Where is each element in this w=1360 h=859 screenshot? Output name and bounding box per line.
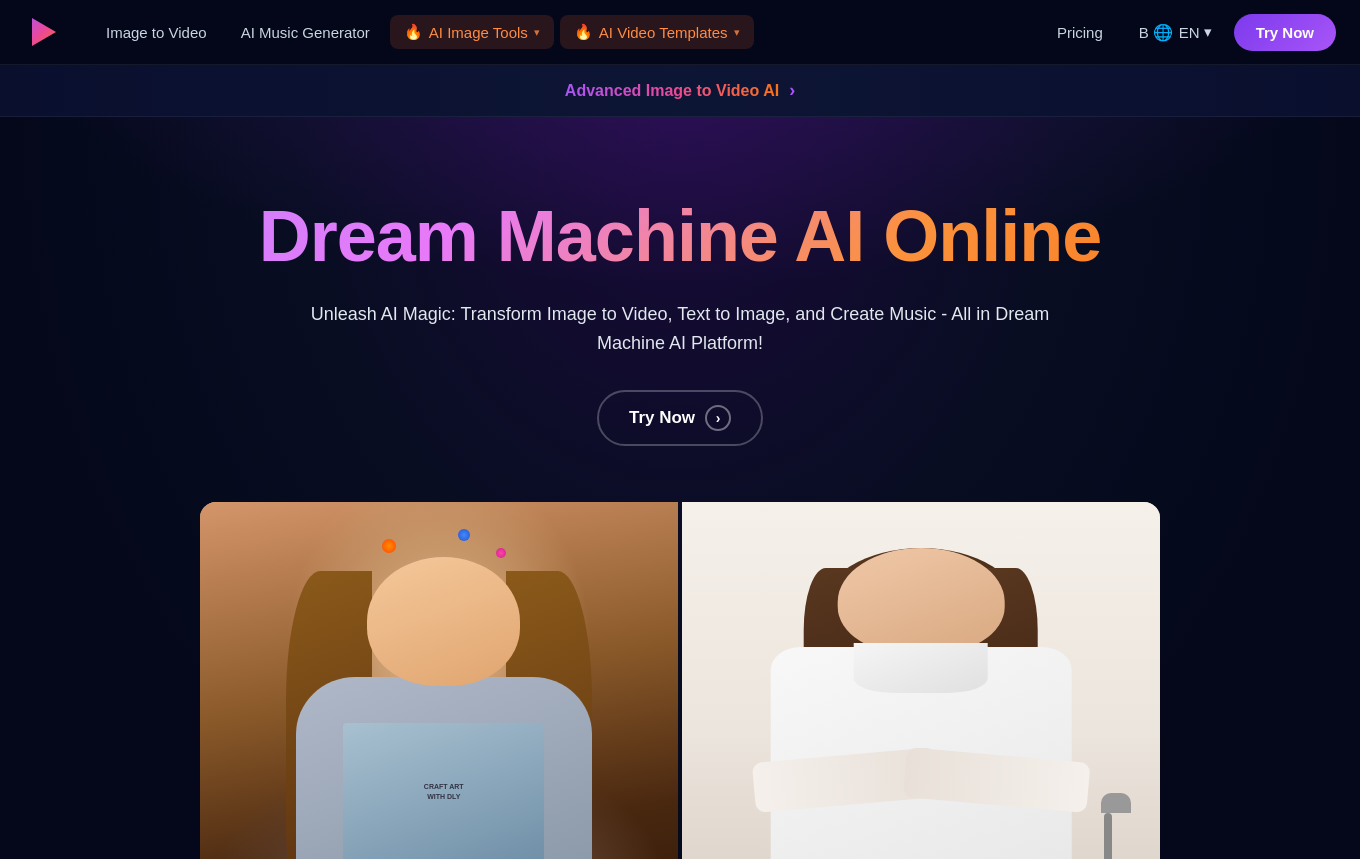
hero-cta-label: Try Now — [629, 408, 695, 428]
svg-marker-0 — [32, 18, 56, 46]
chevron-down-lang: ▾ — [1204, 23, 1212, 41]
nav-blog-lang[interactable]: B 🌐 EN ▾ — [1129, 15, 1222, 50]
nav-ai-music-generator[interactable]: AI Music Generator — [227, 16, 384, 49]
nav-links: Image to Video AI Music Generator 🔥 AI I… — [92, 15, 1043, 49]
logo[interactable] — [24, 14, 60, 50]
gallery-panel-left: CRAFT ARTWITH DLY — [200, 502, 678, 859]
chevron-down-icon-video: ▾ — [734, 26, 740, 39]
chevron-down-icon: ▾ — [534, 26, 540, 39]
circle-arrow-icon: › — [705, 405, 731, 431]
nav-image-to-video[interactable]: Image to Video — [92, 16, 221, 49]
nav-ai-video-templates[interactable]: 🔥 AI Video Templates ▾ — [560, 15, 754, 49]
gallery-panel-right — [682, 502, 1160, 859]
try-now-nav-button[interactable]: Try Now — [1234, 14, 1336, 51]
person-image-left: CRAFT ARTWITH DLY — [200, 502, 678, 859]
announcement-bar[interactable]: Advanced Image to Video AI › — [0, 65, 1360, 117]
hero-section: Dream Machine AI Online Unleash AI Magic… — [0, 117, 1360, 859]
hero-subtitle: Unleash AI Magic: Transform Image to Vid… — [290, 300, 1070, 358]
navigation: Image to Video AI Music Generator 🔥 AI I… — [0, 0, 1360, 65]
nav-right: Pricing B 🌐 EN ▾ Try Now — [1043, 14, 1336, 51]
globe-icon: 🌐 — [1153, 23, 1173, 42]
hero-title: Dream Machine AI Online — [20, 197, 1340, 276]
hero-try-now-button[interactable]: Try Now › — [597, 390, 763, 446]
person-image-right — [754, 548, 1089, 859]
announcement-arrow-icon: › — [789, 80, 795, 101]
fire-icon-video: 🔥 — [574, 23, 593, 41]
lang-label: EN — [1179, 24, 1200, 41]
hero-image-gallery: CRAFT ARTWITH DLY — [200, 502, 1160, 859]
announcement-text: Advanced Image to Video AI — [565, 82, 779, 100]
nav-ai-image-tools[interactable]: 🔥 AI Image Tools ▾ — [390, 15, 554, 49]
fire-icon-image: 🔥 — [404, 23, 423, 41]
nav-pricing[interactable]: Pricing — [1043, 16, 1117, 49]
blog-label: B — [1139, 24, 1149, 41]
